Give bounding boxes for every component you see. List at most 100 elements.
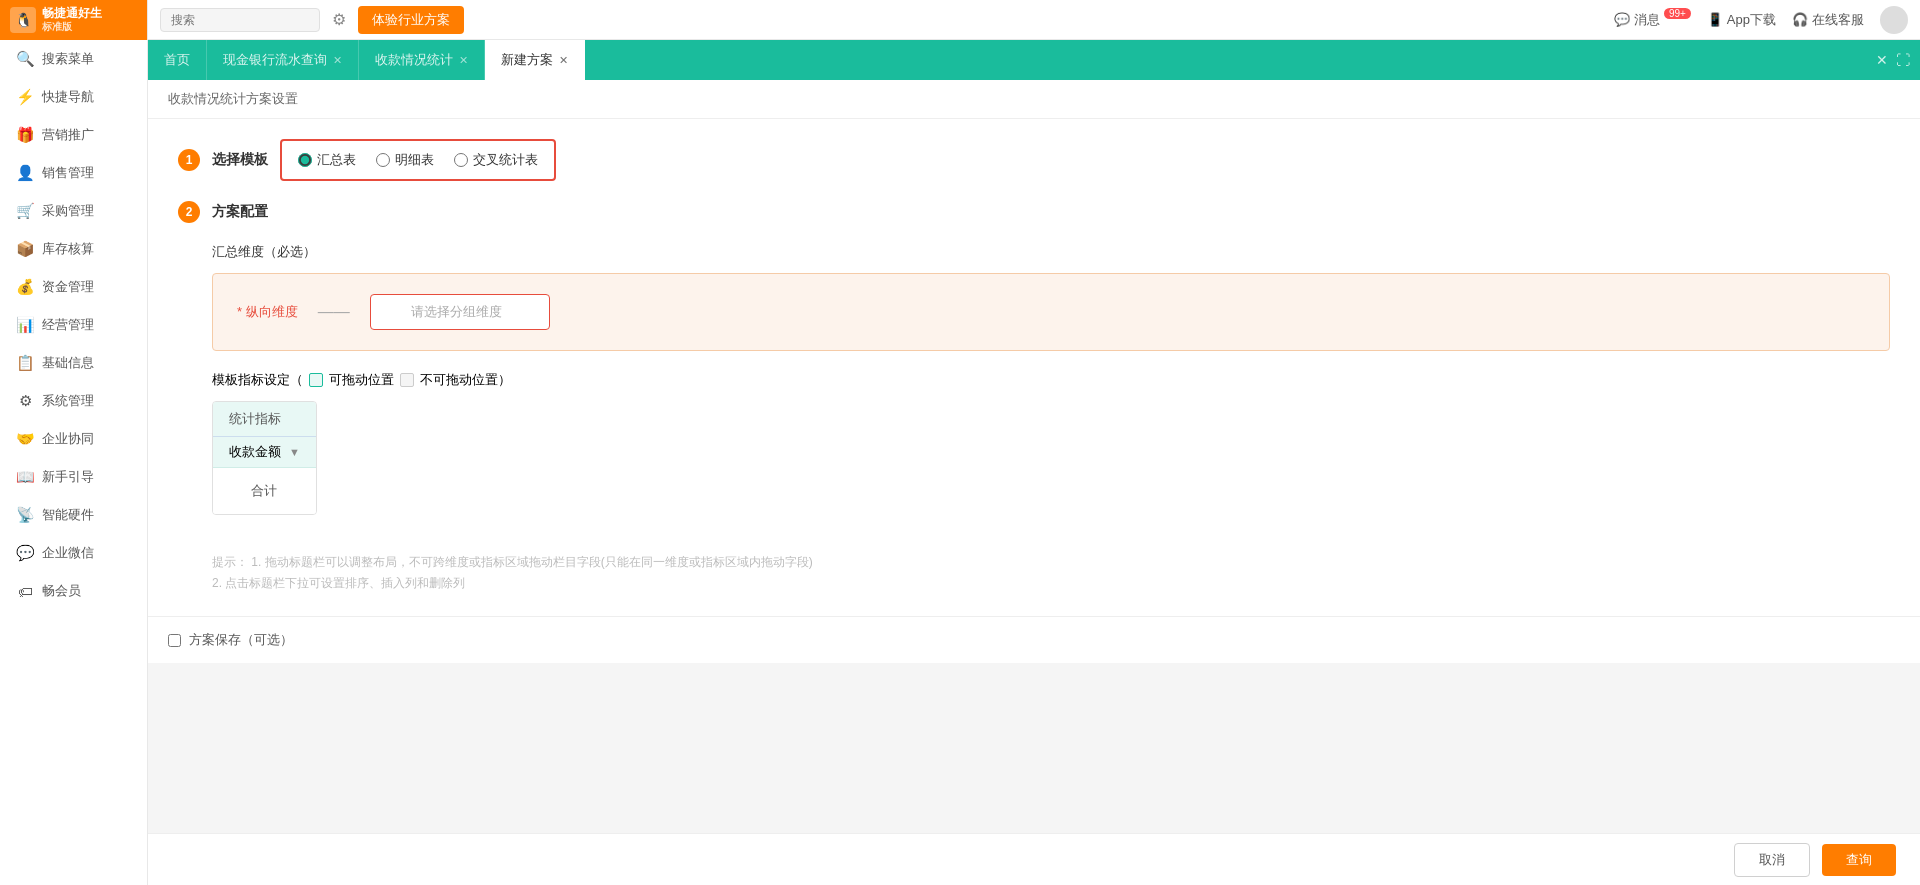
metrics-table-area: 统计指标 收款金额 ▼ 合计 <box>212 401 317 515</box>
avatar[interactable] <box>1880 6 1908 34</box>
step1-label: 选择模板 <box>212 151 268 169</box>
nondraggable-legend-box <box>400 373 414 387</box>
tip-item-1: 提示： 1. 拖动标题栏可以调整布局，不可跨维度或指标区域拖动栏目字段(只能在同… <box>212 554 1890 571</box>
tabbar-actions: ✕ ⛶ <box>1866 40 1920 80</box>
download-label: App下载 <box>1727 11 1776 29</box>
radio-cross-input[interactable] <box>454 153 468 167</box>
sidebar-item-inventory[interactable]: 📦 库存核算 <box>0 230 147 268</box>
sidebar: 🐧 畅捷通好生 标准版 🔍 搜索菜单 ⚡ 快捷导航 🎁 营销推广 👤 销售管理 … <box>0 0 148 885</box>
cancel-button[interactable]: 取消 <box>1734 843 1810 877</box>
search-input[interactable] <box>160 8 320 32</box>
nondraggable-label: 不可拖动位置） <box>420 371 511 389</box>
logo-text: 畅捷通好生 <box>42 6 102 20</box>
download-icon: 📱 <box>1707 12 1723 27</box>
radio-detail-input[interactable] <box>376 153 390 167</box>
sidebar-label-member: 畅会员 <box>42 582 81 600</box>
tab-collection-stats[interactable]: 收款情况统计 ✕ <box>359 40 485 80</box>
sidebar-item-cooperation[interactable]: 🤝 企业协同 <box>0 420 147 458</box>
sales-icon: 👤 <box>16 164 34 182</box>
sidebar-label-search-menu: 搜索菜单 <box>42 50 94 68</box>
metrics-table-body: 合计 <box>213 468 316 514</box>
dimension-select[interactable]: 请选择分组维度 <box>370 294 550 330</box>
tab-new-plan-close[interactable]: ✕ <box>559 54 568 67</box>
radio-summary[interactable]: 汇总表 <box>298 151 356 169</box>
vertical-dim-label: * 纵向维度 <box>237 303 298 321</box>
message-badge: 99+ <box>1664 8 1691 19</box>
step1-row: 1 选择模板 汇总表 明细表 交叉统计表 <box>178 139 1890 181</box>
support-label: 在线客服 <box>1812 11 1864 29</box>
step2-row: 2 方案配置 <box>178 201 1890 223</box>
tabbar: 首页 现金银行流水查询 ✕ 收款情况统计 ✕ 新建方案 ✕ ✕ ⛶ <box>148 40 1920 80</box>
sidebar-item-member[interactable]: 🏷 畅会员 <box>0 572 147 610</box>
metrics-config-label-pre: 模板指标设定（ <box>212 371 303 389</box>
draggable-legend-box <box>309 373 323 387</box>
sidebar-item-marketing[interactable]: 🎁 营销推广 <box>0 116 147 154</box>
radio-detail[interactable]: 明细表 <box>376 151 434 169</box>
cooperation-icon: 🤝 <box>16 430 34 448</box>
tab-close-btn[interactable]: ✕ <box>1876 52 1888 68</box>
sidebar-label-sales: 销售管理 <box>42 164 94 182</box>
sidebar-item-smart-hw[interactable]: 📡 智能硬件 <box>0 496 147 534</box>
query-button[interactable]: 查询 <box>1822 844 1896 876</box>
footer-buttons: 取消 查询 <box>148 833 1920 885</box>
template-select-area: 汇总表 明细表 交叉统计表 <box>280 139 556 181</box>
main-area: ⚙ 体验行业方案 💬 消息 99+ 📱 App下载 🎧 在线客服 首页 现金银行… <box>148 0 1920 885</box>
sidebar-label-purchase: 采购管理 <box>42 202 94 220</box>
tab-collection-stats-label: 收款情况统计 <box>375 51 453 69</box>
system-icon: ⚙ <box>16 392 34 410</box>
sidebar-item-operations[interactable]: 📊 经营管理 <box>0 306 147 344</box>
draggable-label: 可拖动位置 <box>329 371 394 389</box>
sidebar-item-sales[interactable]: 👤 销售管理 <box>0 154 147 192</box>
sidebar-item-system[interactable]: ⚙ 系统管理 <box>0 382 147 420</box>
topbar-right: 💬 消息 99+ 📱 App下载 🎧 在线客服 <box>1614 6 1908 34</box>
member-icon: 🏷 <box>16 583 34 600</box>
sidebar-item-wechat[interactable]: 💬 企业微信 <box>0 534 147 572</box>
message-item[interactable]: 💬 消息 99+ <box>1614 11 1691 29</box>
tab-collection-stats-close[interactable]: ✕ <box>459 54 468 67</box>
sidebar-item-search-menu[interactable]: 🔍 搜索菜单 <box>0 40 147 78</box>
tip-item-2: 2. 点击标题栏下拉可设置排序、插入列和删除列 <box>212 575 1890 592</box>
metrics-dropdown-icon[interactable]: ▼ <box>289 446 300 458</box>
quick-nav-icon: ⚡ <box>16 88 34 106</box>
tips-section: 提示： 1. 拖动标题栏可以调整布局，不可跨维度或指标区域拖动栏目字段(只能在同… <box>212 554 1890 592</box>
download-item[interactable]: 📱 App下载 <box>1707 11 1776 29</box>
logo-sub: 标准版 <box>42 20 102 34</box>
sidebar-label-system: 系统管理 <box>42 392 94 410</box>
sidebar-label-inventory: 库存核算 <box>42 240 94 258</box>
sidebar-item-guide[interactable]: 📖 新手引导 <box>0 458 147 496</box>
dimension-select-placeholder: 请选择分组维度 <box>411 304 502 319</box>
radio-cross[interactable]: 交叉统计表 <box>454 151 538 169</box>
smart-hw-icon: 📡 <box>16 506 34 524</box>
sidebar-label-quick-nav: 快捷导航 <box>42 88 94 106</box>
page-content: 收款情况统计方案设置 1 选择模板 汇总表 明细表 <box>148 80 1920 885</box>
metrics-config-header: 模板指标设定（ 可拖动位置 不可拖动位置） <box>212 371 1890 389</box>
sidebar-label-wechat: 企业微信 <box>42 544 94 562</box>
tab-expand-btn[interactable]: ⛶ <box>1896 52 1910 68</box>
save-checkbox[interactable] <box>168 634 181 647</box>
metrics-table-header: 统计指标 <box>213 402 316 437</box>
arrow-icon: —— <box>318 303 350 321</box>
sidebar-item-purchase[interactable]: 🛒 采购管理 <box>0 192 147 230</box>
tab-bank-flow[interactable]: 现金银行流水查询 ✕ <box>207 40 359 80</box>
page-title: 收款情况统计方案设置 <box>168 91 298 106</box>
step2-num: 2 <box>178 201 200 223</box>
metrics-column-row[interactable]: 收款金额 ▼ <box>213 437 316 468</box>
save-label: 方案保存（可选） <box>189 631 293 649</box>
sidebar-item-finance[interactable]: 💰 资金管理 <box>0 268 147 306</box>
step2-label: 方案配置 <box>212 203 268 221</box>
support-item[interactable]: 🎧 在线客服 <box>1792 11 1864 29</box>
guide-icon: 📖 <box>16 468 34 486</box>
sidebar-item-basic-info[interactable]: 📋 基础信息 <box>0 344 147 382</box>
sidebar-item-quick-nav[interactable]: ⚡ 快捷导航 <box>0 78 147 116</box>
purchase-icon: 🛒 <box>16 202 34 220</box>
tab-home[interactable]: 首页 <box>148 40 207 80</box>
message-icon: 💬 <box>1614 12 1630 27</box>
tab-new-plan[interactable]: 新建方案 ✕ <box>485 40 585 80</box>
trial-button[interactable]: 体验行业方案 <box>358 6 464 34</box>
sidebar-logo: 🐧 畅捷通好生 标准版 <box>0 0 147 40</box>
settings-icon[interactable]: ⚙ <box>332 10 346 29</box>
sidebar-label-cooperation: 企业协同 <box>42 430 94 448</box>
tab-bank-flow-close[interactable]: ✕ <box>333 54 342 67</box>
radio-summary-input[interactable] <box>298 153 312 167</box>
operations-icon: 📊 <box>16 316 34 334</box>
